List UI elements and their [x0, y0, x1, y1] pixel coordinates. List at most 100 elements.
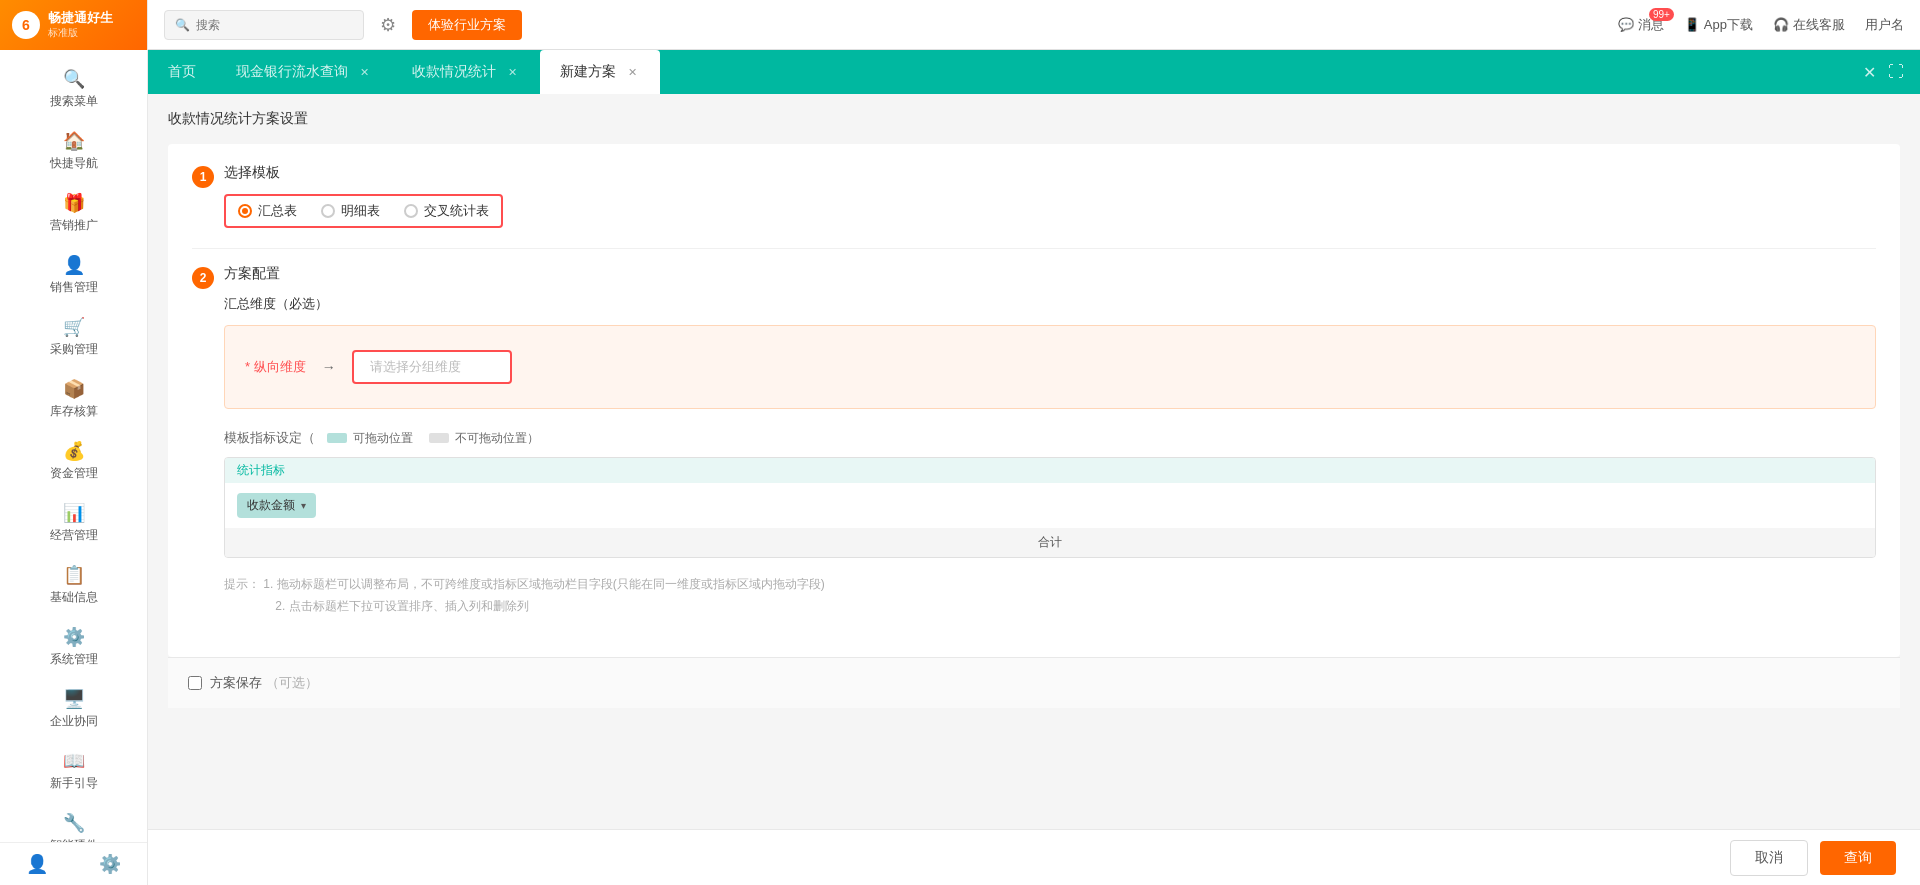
sidebar-header: 6 畅捷通好生 标准版: [0, 0, 147, 50]
sidebar-item-search[interactable]: 🔍 搜索菜单: [0, 58, 147, 120]
trial-button[interactable]: 体验行业方案: [412, 10, 522, 40]
sidebar: 6 畅捷通好生 标准版 🔍 搜索菜单 🏠 快捷导航 🎁 营销推广 👤 销售管理 …: [0, 0, 148, 885]
query-button[interactable]: 查询: [1820, 841, 1896, 875]
sidebar-item-label: 新手引导: [50, 775, 98, 792]
sidebar-item-finance[interactable]: 💰 资金管理: [0, 430, 147, 492]
indicator-section-header: 统计指标: [225, 458, 1875, 483]
save-option-area: 方案保存 （可选）: [168, 657, 1900, 708]
save-label: 方案保存 （可选）: [210, 674, 318, 692]
sidebar-item-label: 企业协同: [50, 713, 98, 730]
user-label[interactable]: 用户名: [1865, 16, 1904, 34]
tab-collection-label: 收款情况统计: [412, 63, 496, 81]
brand-name: 畅捷通好生: [48, 10, 113, 26]
non-draggable-legend-label: 不可拖动位置）: [455, 430, 539, 447]
draggable-legend-box: [327, 433, 347, 443]
sidebar-item-collab[interactable]: 🖥️ 企业协同: [0, 678, 147, 740]
download-button[interactable]: 📱 App下载: [1684, 16, 1753, 34]
tabbar-actions: ✕ ⛶: [1847, 63, 1920, 82]
sidebar-footer-item1[interactable]: 👤: [26, 853, 48, 875]
search-input[interactable]: [196, 18, 336, 32]
step-1: 1 选择模板 汇总表 明细表: [192, 164, 1876, 228]
list-icon: 📋: [63, 564, 85, 586]
legend-draggable: 可拖动位置: [327, 430, 413, 447]
indicator-legend: 可拖动位置 不可拖动位置）: [327, 430, 539, 447]
money-icon: 💰: [63, 440, 85, 462]
indicator-setting: 模板指标设定（ 可拖动位置 不可拖动位置）: [224, 429, 1876, 558]
monitor-icon: 🖥️: [63, 688, 85, 710]
tip-2-content: 2. 点击标题栏下拉可设置排序、插入列和删除列: [275, 599, 528, 613]
radio-summary-circle: [238, 204, 252, 218]
service-button[interactable]: 🎧 在线客服: [1773, 16, 1845, 34]
sidebar-nav: 🔍 搜索菜单 🏠 快捷导航 🎁 营销推广 👤 销售管理 🛒 采购管理 📦 库存核…: [0, 50, 147, 842]
radio-cross-label: 交叉统计表: [424, 202, 489, 220]
dimension-select[interactable]: 请选择分组维度: [352, 350, 512, 384]
step-1-num: 1: [192, 166, 214, 188]
sidebar-item-hardware[interactable]: 🔧 智能硬件: [0, 802, 147, 842]
tab-home[interactable]: 首页: [148, 50, 216, 94]
step-2-content: 方案配置 汇总维度（必选） * 纵向维度 → 请选择分组维度: [224, 265, 1876, 617]
dimension-area: * 纵向维度 → 请选择分组维度: [224, 325, 1876, 409]
sidebar-item-label: 销售管理: [50, 279, 98, 296]
message-button[interactable]: 💬 消息 99+: [1618, 16, 1664, 34]
gear-icon[interactable]: ⚙: [380, 14, 396, 36]
logo-icon: 6: [12, 11, 40, 39]
sidebar-item-label: 库存核算: [50, 403, 98, 420]
edition-label: 标准版: [48, 26, 113, 40]
sidebar-item-system[interactable]: ⚙️ 系统管理: [0, 616, 147, 678]
indicator-table: 统计指标 收款金额 ▾ 合计: [224, 457, 1876, 558]
sidebar-footer: 👤 ⚙️: [0, 842, 147, 885]
settings2-icon: ⚙️: [99, 853, 121, 875]
tab-cashbank-label: 现金银行流水查询: [236, 63, 348, 81]
cart-icon: 🛒: [63, 316, 85, 338]
sidebar-item-sales[interactable]: 👤 销售管理: [0, 244, 147, 306]
dimension-row: * 纵向维度 → 请选择分组维度: [245, 350, 1855, 384]
template-options-box: 汇总表 明细表 交叉统计表: [224, 194, 503, 228]
sidebar-item-inventory[interactable]: 📦 库存核算: [0, 368, 147, 430]
sidebar-item-marketing[interactable]: 🎁 营销推广: [0, 182, 147, 244]
settings-icon: ⚙️: [63, 626, 85, 648]
step-2: 2 方案配置 汇总维度（必选） * 纵向维度 → 请选择分组维度: [192, 265, 1876, 617]
step-separator: [192, 248, 1876, 249]
indicator-subtotal: 合计: [225, 528, 1875, 557]
gift-icon: 🎁: [63, 192, 85, 214]
tab-newplan-close[interactable]: ✕: [624, 64, 640, 80]
dimension-arrow-icon: →: [322, 359, 336, 375]
dimension-title: 汇总维度（必选）: [224, 295, 1876, 313]
radio-summary[interactable]: 汇总表: [238, 202, 297, 220]
page-title: 收款情况统计方案设置: [168, 110, 1900, 128]
message-icon: 💬: [1618, 17, 1634, 32]
sidebar-item-quicknav[interactable]: 🏠 快捷导航: [0, 120, 147, 182]
tab-cashbank[interactable]: 现金银行流水查询 ✕: [216, 50, 392, 94]
sidebar-item-purchase[interactable]: 🛒 采购管理: [0, 306, 147, 368]
sidebar-item-label: 基础信息: [50, 589, 98, 606]
tip-2: 2. 点击标题栏下拉可设置排序、插入列和删除列: [224, 596, 1876, 618]
indicator-tag-label: 收款金额: [247, 497, 295, 514]
cancel-button[interactable]: 取消: [1730, 840, 1808, 876]
maximize-icon[interactable]: ⛶: [1888, 63, 1904, 81]
indicator-tag-collection[interactable]: 收款金额 ▾: [237, 493, 316, 518]
sidebar-item-basic[interactable]: 📋 基础信息: [0, 554, 147, 616]
indicator-cell: 收款金额 ▾: [225, 483, 1875, 528]
sidebar-item-operations[interactable]: 📊 经营管理: [0, 492, 147, 554]
tab-collection[interactable]: 收款情况统计 ✕: [392, 50, 540, 94]
radio-cross[interactable]: 交叉统计表: [404, 202, 489, 220]
tab-newplan-label: 新建方案: [560, 63, 616, 81]
search-icon: 🔍: [63, 68, 85, 90]
tab-home-label: 首页: [168, 63, 196, 81]
tab-newplan[interactable]: 新建方案 ✕: [540, 50, 660, 94]
tip-2-text: [224, 599, 272, 613]
topbar-right: 💬 消息 99+ 📱 App下载 🎧 在线客服 用户名: [1618, 16, 1904, 34]
tab-collection-close[interactable]: ✕: [504, 64, 520, 80]
legend-non-draggable: 不可拖动位置）: [429, 430, 539, 447]
topbar-search-container[interactable]: 🔍: [164, 10, 364, 40]
close-all-icon[interactable]: ✕: [1863, 63, 1876, 82]
sidebar-item-guide[interactable]: 📖 新手引导: [0, 740, 147, 802]
tab-cashbank-close[interactable]: ✕: [356, 64, 372, 80]
radio-detail[interactable]: 明细表: [321, 202, 380, 220]
home-icon: 🏠: [63, 130, 85, 152]
save-checkbox[interactable]: [188, 676, 202, 690]
vertical-dim-label: * 纵向维度: [245, 358, 306, 376]
sidebar-item-label: 快捷导航: [50, 155, 98, 172]
sidebar-footer-item2[interactable]: ⚙️: [99, 853, 121, 875]
service-label: 在线客服: [1793, 16, 1845, 34]
